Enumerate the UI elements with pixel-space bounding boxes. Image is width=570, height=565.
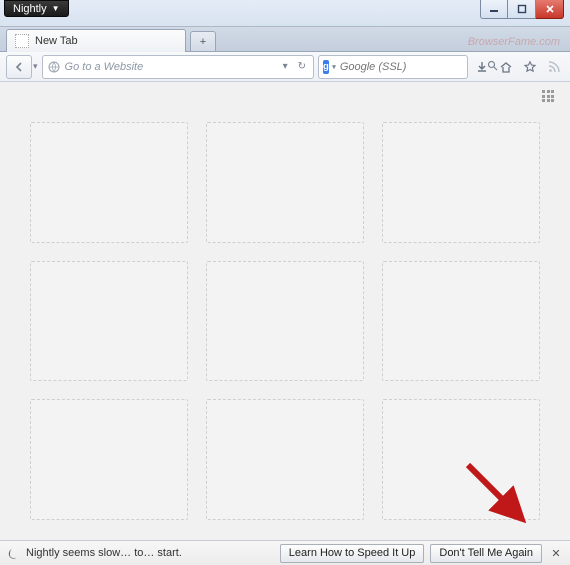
back-button[interactable] <box>6 55 32 79</box>
plus-icon: + <box>200 36 206 48</box>
downloads-button[interactable] <box>472 57 492 77</box>
globe-icon <box>47 60 61 74</box>
notification-close-button[interactable]: ✕ <box>548 545 564 561</box>
dismiss-button[interactable]: Don't Tell Me Again <box>430 544 542 563</box>
search-engine-icon[interactable]: g ▾ <box>323 60 329 74</box>
bookmarks-button[interactable] <box>520 57 540 77</box>
speed-dial-tile[interactable] <box>382 399 540 520</box>
speed-dial-tile[interactable] <box>30 122 188 243</box>
notification-icon <box>6 546 20 560</box>
tab-strip: New Tab + BrowserFame.com <box>0 27 570 52</box>
reload-icon[interactable]: ↻ <box>295 61 309 72</box>
content-area <box>0 82 570 540</box>
speed-dial-tile[interactable] <box>30 261 188 382</box>
search-engine-dropdown-icon[interactable]: ▾ <box>332 63 336 71</box>
close-button[interactable] <box>536 0 564 19</box>
history-dropdown-icon[interactable]: ▾ <box>33 61 38 72</box>
chevron-down-icon: ▼ <box>52 4 60 13</box>
url-dropdown-icon[interactable]: ▾ <box>280 61 291 72</box>
feed-icon <box>544 57 564 77</box>
window-controls <box>480 0 564 19</box>
tab-favicon <box>15 34 29 48</box>
speed-dial-tile[interactable] <box>382 261 540 382</box>
watermark-text: BrowserFame.com <box>468 36 560 48</box>
minimize-button[interactable] <box>480 0 508 19</box>
tab-new-tab[interactable]: New Tab <box>6 29 186 52</box>
app-menu-button[interactable]: Nightly ▼ <box>4 0 69 17</box>
url-input[interactable] <box>65 61 276 73</box>
home-button[interactable] <box>496 57 516 77</box>
notification-bar: Nightly seems slow… to… start. Learn How… <box>0 540 570 565</box>
nav-toolbar: ▾ ▾ ↻ g ▾ <box>0 52 570 82</box>
search-bar[interactable]: g ▾ <box>318 55 468 79</box>
speed-dial-tile[interactable] <box>206 261 364 382</box>
search-input[interactable] <box>340 61 483 73</box>
learn-more-button[interactable]: Learn How to Speed It Up <box>280 544 425 563</box>
url-bar[interactable]: ▾ ↻ <box>42 55 314 79</box>
notification-message: Nightly seems slow… to… start. <box>26 547 274 559</box>
speed-dial-tile[interactable] <box>206 122 364 243</box>
titlebar: Nightly ▼ <box>0 0 570 27</box>
speed-dial-grid <box>0 82 570 540</box>
maximize-button[interactable] <box>508 0 536 19</box>
speed-dial-tile[interactable] <box>30 399 188 520</box>
speed-dial-tile[interactable] <box>382 122 540 243</box>
grid-toggle-button[interactable] <box>542 90 556 104</box>
app-menu-label: Nightly <box>13 3 47 15</box>
new-tab-button[interactable]: + <box>190 31 216 52</box>
tab-title: New Tab <box>35 35 78 47</box>
speed-dial-tile[interactable] <box>206 399 364 520</box>
